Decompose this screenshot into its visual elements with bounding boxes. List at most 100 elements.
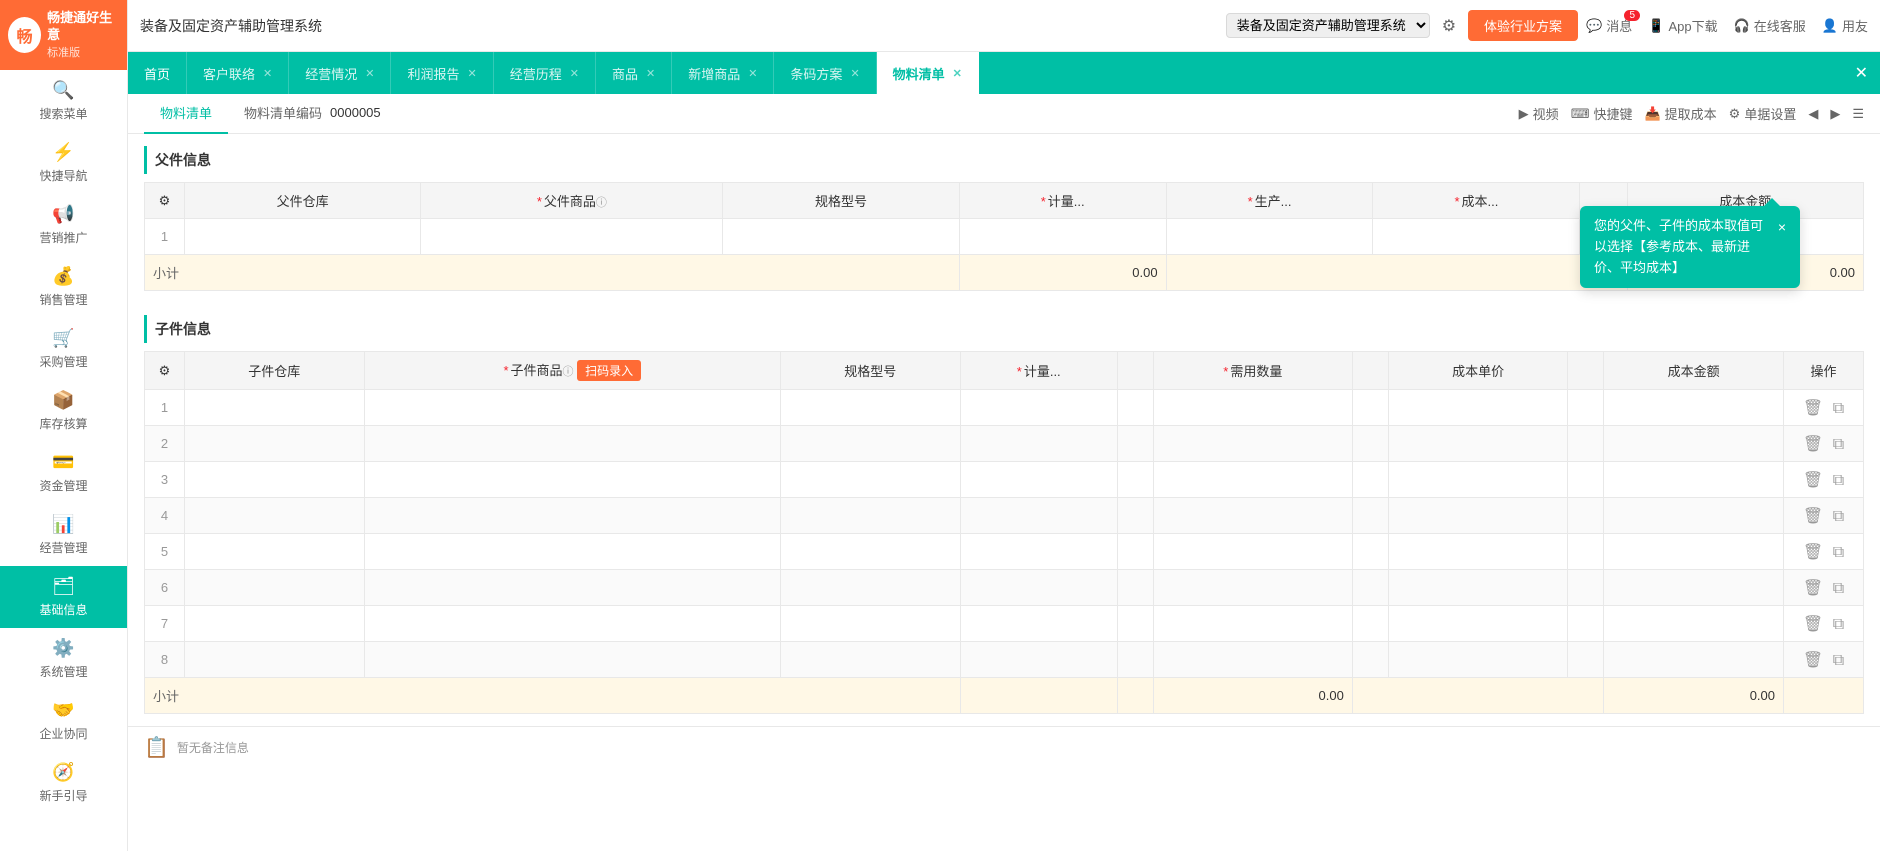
sidebar-item-7[interactable]: 📊经营管理	[0, 504, 127, 566]
view-btn[interactable]: ▶ 视频	[1519, 104, 1559, 123]
nav-tab-5[interactable]: 商品✕	[596, 52, 672, 94]
parent-col-settings[interactable]: ⚙	[145, 183, 185, 219]
child-cell-product-5[interactable]	[364, 534, 780, 570]
child-cell-unit-cost-8[interactable]	[1388, 642, 1568, 678]
message-item[interactable]: 💬 消息 5	[1586, 16, 1632, 35]
child-cell-unit-5[interactable]	[960, 534, 1117, 570]
child-cell-unit-6[interactable]	[960, 570, 1117, 606]
child-cell-product-1[interactable]	[364, 390, 780, 426]
child-cell-unit-7[interactable]	[960, 606, 1117, 642]
nav-right-icon[interactable]: ▶	[1830, 106, 1840, 122]
delete-btn-5[interactable]: 🗑	[1803, 544, 1823, 561]
child-cell-product-2[interactable]	[364, 426, 780, 462]
sidebar-item-6[interactable]: 💳资金管理	[0, 442, 127, 504]
parent-cell-produce-1[interactable]	[1166, 219, 1373, 255]
child-cell-qty-7[interactable]	[1153, 606, 1352, 642]
nav-tab-0[interactable]: 首页	[128, 52, 187, 94]
child-cell-warehouse-4[interactable]	[185, 498, 365, 534]
child-cell-unit-2[interactable]	[960, 426, 1117, 462]
parent-cell-cost-1[interactable]	[1373, 219, 1580, 255]
nav-tab-2[interactable]: 经营情况✕	[289, 52, 391, 94]
sidebar-item-4[interactable]: 🛒采购管理	[0, 318, 127, 380]
nav-left-icon[interactable]: ◀	[1808, 106, 1818, 122]
sub-tab-bill[interactable]: 物料清单	[144, 94, 228, 134]
child-cell-qty-8[interactable]	[1153, 642, 1352, 678]
child-cell-spec-3[interactable]	[781, 462, 961, 498]
nav-tab-close-2[interactable]: ✕	[365, 67, 374, 80]
child-cell-qty-4[interactable]	[1153, 498, 1352, 534]
delete-btn-8[interactable]: 🗑	[1803, 652, 1823, 669]
child-cell-warehouse-5[interactable]	[185, 534, 365, 570]
shortcut-btn[interactable]: ⌨ 快捷键	[1571, 104, 1633, 123]
child-cell-spec-5[interactable]	[781, 534, 961, 570]
child-cell-unit-cost-3[interactable]	[1388, 462, 1568, 498]
delete-btn-3[interactable]: 🗑	[1803, 472, 1823, 489]
delete-btn-6[interactable]: 🗑	[1803, 580, 1823, 597]
child-cell-product-3[interactable]	[364, 462, 780, 498]
child-cell-warehouse-6[interactable]	[185, 570, 365, 606]
child-cell-product-8[interactable]	[364, 642, 780, 678]
sidebar-item-10[interactable]: 🤝企业协同	[0, 690, 127, 752]
child-cell-product-7[interactable]	[364, 606, 780, 642]
child-cell-warehouse-1[interactable]	[185, 390, 365, 426]
single-settings-btn[interactable]: ⚙ 单据设置	[1729, 104, 1797, 123]
child-cell-warehouse-8[interactable]	[185, 642, 365, 678]
delete-btn-2[interactable]: 🗑	[1803, 436, 1823, 453]
delete-btn-7[interactable]: 🗑	[1803, 616, 1823, 633]
scan-input-btn[interactable]: 扫码录入	[577, 360, 641, 381]
nav-tab-close-3[interactable]: ✕	[468, 67, 477, 80]
parent-cell-spec-1[interactable]	[723, 219, 959, 255]
child-cell-warehouse-2[interactable]	[185, 426, 365, 462]
child-cell-unit-cost-4[interactable]	[1388, 498, 1568, 534]
extract-cost-btn[interactable]: 📥 提取成本	[1644, 104, 1716, 123]
sidebar-item-3[interactable]: 💰销售管理	[0, 256, 127, 318]
parent-cell-product-1[interactable]	[421, 219, 723, 255]
trial-btn[interactable]: 体验行业方案	[1468, 10, 1578, 41]
child-cell-spec-4[interactable]	[781, 498, 961, 534]
list-view-icon[interactable]: ☰	[1852, 106, 1864, 122]
child-cell-qty-3[interactable]	[1153, 462, 1352, 498]
child-cell-unit-cost-6[interactable]	[1388, 570, 1568, 606]
app-download-item[interactable]: 📱 App下载	[1648, 16, 1717, 35]
system-dropdown[interactable]: 装备及固定资产辅助管理系统	[1226, 13, 1430, 38]
child-cell-unit-cost-1[interactable]	[1388, 390, 1568, 426]
nav-tab-close-1[interactable]: ✕	[263, 67, 272, 80]
child-cell-spec-1[interactable]	[781, 390, 961, 426]
copy-btn-3[interactable]: ⧉	[1833, 472, 1844, 489]
nav-tab-6[interactable]: 新增商品✕	[672, 52, 774, 94]
sub-tab-code[interactable]: 物料清单编码 0000005	[228, 94, 397, 134]
child-cell-unit-3[interactable]	[960, 462, 1117, 498]
parent-cell-unit-1[interactable]	[959, 219, 1166, 255]
online-service-item[interactable]: 🎧 在线客服	[1734, 16, 1806, 35]
nav-tab-8[interactable]: 物料清单✕	[877, 52, 979, 94]
child-cell-spec-2[interactable]	[781, 426, 961, 462]
child-cell-qty-5[interactable]	[1153, 534, 1352, 570]
child-cell-qty-2[interactable]	[1153, 426, 1352, 462]
tooltip-close-btn[interactable]: ×	[1778, 216, 1786, 238]
child-cell-product-6[interactable]	[364, 570, 780, 606]
sidebar-item-11[interactable]: 🧭新手引导	[0, 752, 127, 814]
user-item[interactable]: 👤 用友	[1822, 16, 1868, 35]
copy-btn-7[interactable]: ⧉	[1833, 616, 1844, 633]
nav-tab-close-8[interactable]: ✕	[953, 67, 962, 80]
child-cell-unit-cost-5[interactable]	[1388, 534, 1568, 570]
child-cell-unit-1[interactable]	[960, 390, 1117, 426]
child-cell-qty-1[interactable]	[1153, 390, 1352, 426]
sidebar-item-0[interactable]: 🔍搜索菜单	[0, 70, 127, 132]
child-cell-warehouse-7[interactable]	[185, 606, 365, 642]
gear-icon[interactable]: ⚙	[1438, 12, 1460, 40]
child-cell-unit-cost-2[interactable]	[1388, 426, 1568, 462]
sidebar-item-2[interactable]: 📢营销推广	[0, 194, 127, 256]
nav-tab-close-4[interactable]: ✕	[570, 67, 579, 80]
copy-btn-2[interactable]: ⧉	[1833, 436, 1844, 453]
child-cell-spec-8[interactable]	[781, 642, 961, 678]
delete-btn-4[interactable]: 🗑	[1803, 508, 1823, 525]
child-cell-unit-4[interactable]	[960, 498, 1117, 534]
child-cell-unit-8[interactable]	[960, 642, 1117, 678]
parent-cell-warehouse-1[interactable]	[185, 219, 421, 255]
nav-tab-close-7[interactable]: ✕	[850, 67, 859, 80]
nav-tab-7[interactable]: 条码方案✕	[774, 52, 876, 94]
nav-tabs-close-all[interactable]: ✕	[1843, 63, 1880, 83]
nav-tab-close-5[interactable]: ✕	[646, 67, 655, 80]
system-selector[interactable]: 装备及固定资产辅助管理系统	[1226, 13, 1430, 38]
